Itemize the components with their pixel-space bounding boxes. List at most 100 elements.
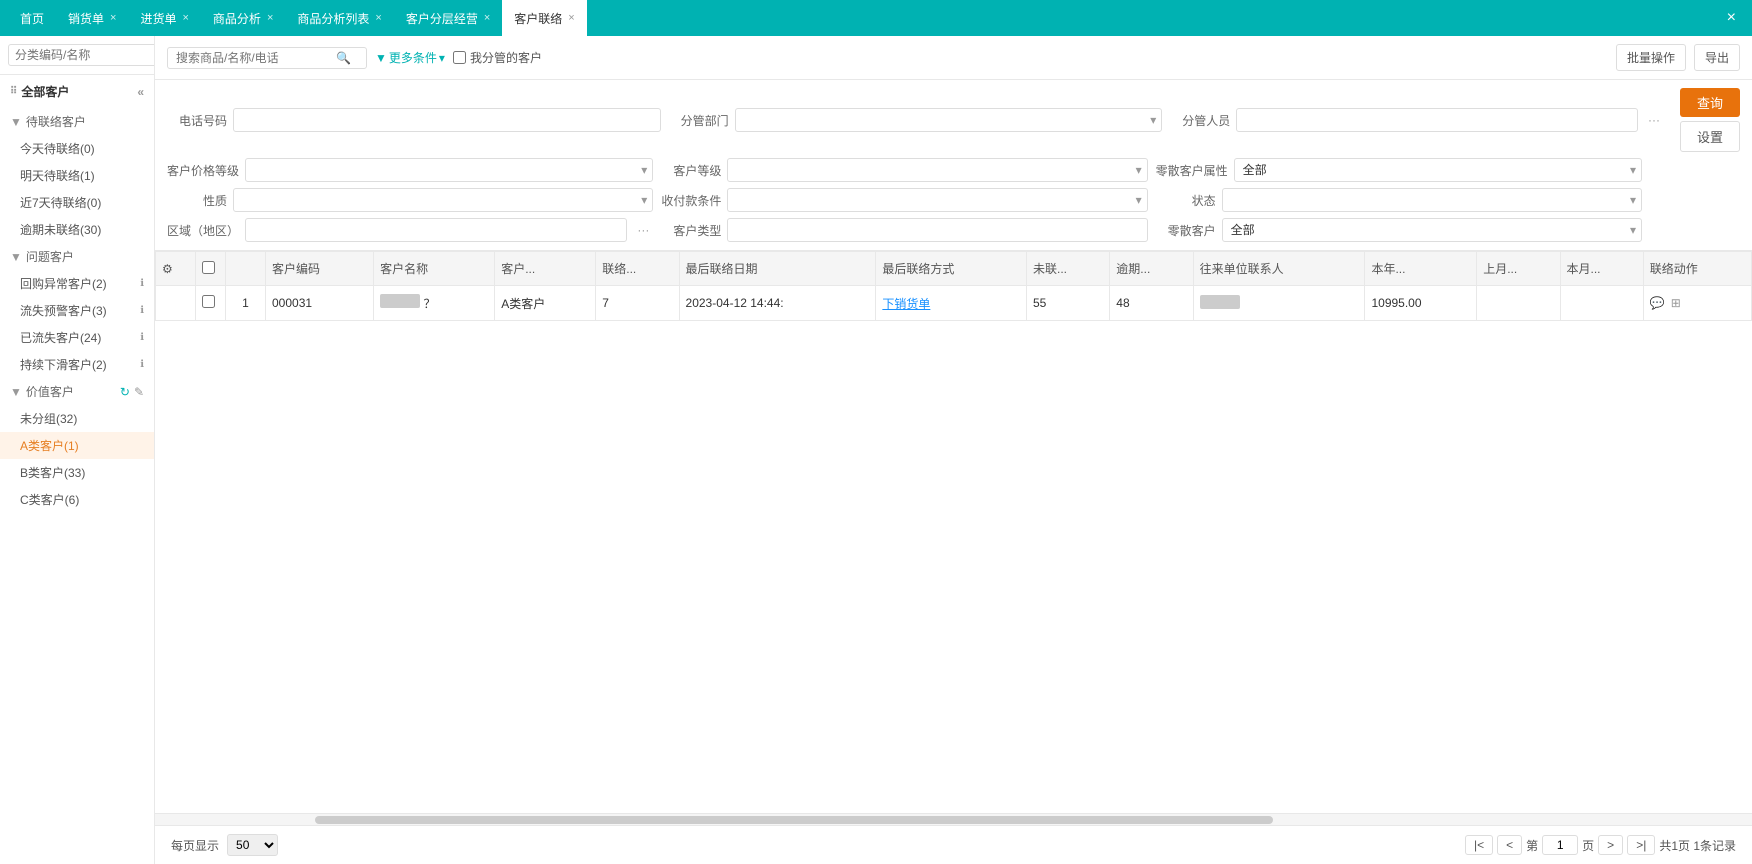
close-all-btn[interactable]: × (1719, 9, 1744, 27)
sidebar-collapse-icon[interactable]: « (137, 85, 144, 99)
filter-field-status: 状态 (1156, 188, 1642, 212)
filter-row-3: 性质 收付款条件 状态 (167, 188, 1740, 212)
my-customers-checkbox[interactable] (453, 51, 466, 64)
search-icon[interactable]: 🔍 (336, 51, 351, 65)
prev-page-btn[interactable]: < (1497, 835, 1522, 855)
sidebar-item-declining[interactable]: 持续下滑客户(2) ℹ (0, 351, 154, 378)
sidebar-item-a-class[interactable]: A类客户(1) (0, 432, 154, 459)
chat-icon[interactable]: 💬 (1650, 296, 1665, 310)
th-settings[interactable]: ⚙ (156, 252, 196, 286)
nature-select[interactable] (233, 188, 653, 212)
nav-purchase[interactable]: 进货单 × (128, 0, 200, 36)
filter-field-payment: 收付款条件 (661, 188, 1147, 212)
close-product-list[interactable]: × (375, 12, 381, 24)
search-input[interactable] (176, 51, 336, 65)
td-last-method[interactable]: 下销货单 (876, 286, 1027, 321)
payment-label: 收付款条件 (661, 192, 721, 209)
info-icon-2: ℹ (140, 305, 144, 316)
sidebar-all-customers-header: ⠿ 全部客户 « (0, 75, 154, 108)
td-last-month (1477, 286, 1560, 321)
grid-icon[interactable]: ⊞ (1671, 296, 1681, 310)
td-this-year: 10995.00 (1365, 286, 1477, 321)
sidebar-item-unclassified[interactable]: 未分组(32) (0, 405, 154, 432)
filter-row-2: 客户价格等级 客户等级 零散客户属性 全部 (167, 158, 1740, 182)
phone-input[interactable] (233, 108, 661, 132)
ctype-input[interactable] (727, 218, 1147, 242)
th-this-year: 本年... (1365, 252, 1477, 286)
filter-field-retail-attr: 零散客户属性 全部 (1156, 158, 1642, 182)
th-last-method: 最后联络方式 (876, 252, 1027, 286)
region-input[interactable] (245, 218, 627, 242)
status-select[interactable] (1222, 188, 1642, 212)
sidebar-item-churned[interactable]: 已流失客户(24) ℹ (0, 324, 154, 351)
nav-customer-tier[interactable]: 客户分层经营 × (394, 0, 502, 36)
ctype-label: 客户类型 (661, 222, 721, 239)
page-input[interactable] (1542, 835, 1578, 855)
th-name: 客户名称 (374, 252, 495, 286)
export-btn[interactable]: 导出 (1694, 44, 1740, 71)
horizontal-scrollbar[interactable] (155, 813, 1752, 825)
filter-field-phone: 电话号码 (167, 108, 661, 132)
sidebar-search-input[interactable] (8, 44, 155, 66)
nav-sales[interactable]: 销货单 × (56, 0, 128, 36)
sidebar-item-c-class[interactable]: C类客户(6) (0, 486, 154, 513)
edit-icon[interactable]: ✎ (134, 385, 144, 399)
scrollbar-thumb[interactable] (315, 816, 1273, 824)
retail2-select[interactable]: 全部 (1222, 218, 1642, 242)
sidebar-item-repurchase-abnormal[interactable]: 回购异常客户(2) ℹ (0, 270, 154, 297)
td-this-month (1560, 286, 1643, 321)
sidebar-item-b-class[interactable]: B类客户(33) (0, 459, 154, 486)
retail-attr-select[interactable]: 全部 (1234, 158, 1642, 182)
payment-select[interactable] (727, 188, 1147, 212)
close-product-analysis[interactable]: × (267, 12, 273, 24)
nav-home[interactable]: 首页 (8, 0, 56, 36)
first-page-btn[interactable]: |< (1465, 835, 1493, 855)
more-conditions-btn[interactable]: ▼ 更多条件 ▾ (375, 49, 445, 66)
manager-input[interactable] (1236, 108, 1638, 132)
per-page-select[interactable]: 50 100 (227, 834, 278, 856)
row-checkbox[interactable] (202, 295, 215, 308)
select-all-checkbox[interactable] (202, 261, 215, 274)
batch-op-btn[interactable]: 批量操作 (1616, 44, 1686, 71)
close-customer-contact[interactable]: × (568, 12, 574, 24)
nav-product-list[interactable]: 商品分析列表 × (285, 0, 393, 36)
sidebar-item-today[interactable]: 今天待联络(0) (0, 135, 154, 162)
sidebar-item-churn-warning[interactable]: 流失预警客户(3) ℹ (0, 297, 154, 324)
total-label: 共1页 1条记录 (1659, 837, 1736, 854)
manager-more-btn[interactable]: ··· (1644, 113, 1664, 127)
query-btn[interactable]: 查询 (1680, 88, 1740, 117)
filter-field-manager: 分管人员 ··· (1170, 108, 1664, 132)
close-purchase[interactable]: × (182, 12, 188, 24)
sidebar-item-overdue[interactable]: 逾期未联络(30) (0, 216, 154, 243)
th-code: 客户编码 (266, 252, 374, 286)
td-name[interactable]: ？ (374, 286, 495, 321)
next-page-btn[interactable]: > (1598, 835, 1623, 855)
pagination-bar: 每页显示 50 100 |< < 第 页 > >| 共1页 1条记录 (155, 825, 1752, 864)
td-index: 1 (226, 286, 266, 321)
dept-select[interactable] (735, 108, 1163, 132)
sidebar-item-tomorrow[interactable]: 明天待联络(1) (0, 162, 154, 189)
sidebar-group-pending[interactable]: ▼ 待联络客户 (0, 108, 154, 135)
name-suffix: ？ (423, 297, 435, 311)
info-icon-4: ℹ (140, 359, 144, 370)
refresh-icon[interactable]: ↻ (120, 385, 130, 399)
td-unit-contact (1193, 286, 1365, 321)
sidebar-group-problem[interactable]: ▼ 问题客户 (0, 243, 154, 270)
td-check (196, 286, 226, 321)
nav-product-analysis[interactable]: 商品分析 × (201, 0, 285, 36)
close-sales[interactable]: × (110, 12, 116, 24)
settings-btn[interactable]: 设置 (1680, 121, 1740, 152)
region-more-btn[interactable]: ··· (633, 223, 653, 237)
th-last-month: 上月... (1477, 252, 1560, 286)
customer-tier-select[interactable] (727, 158, 1147, 182)
nav-customer-contact[interactable]: 客户联络 × (502, 0, 586, 36)
close-customer-tier[interactable]: × (484, 12, 490, 24)
filter-actions: 批量操作 导出 (1616, 44, 1740, 71)
last-page-btn[interactable]: >| (1627, 835, 1655, 855)
price-tier-select[interactable] (245, 158, 653, 182)
sidebar-group-value[interactable]: ▼ 价值客户 ↻ ✎ (0, 378, 154, 405)
last-method-link[interactable]: 下销货单 (882, 297, 930, 311)
my-customers-checkbox-label[interactable]: 我分管的客户 (453, 49, 542, 66)
th-index (226, 252, 266, 286)
sidebar-item-7days[interactable]: 近7天待联络(0) (0, 189, 154, 216)
